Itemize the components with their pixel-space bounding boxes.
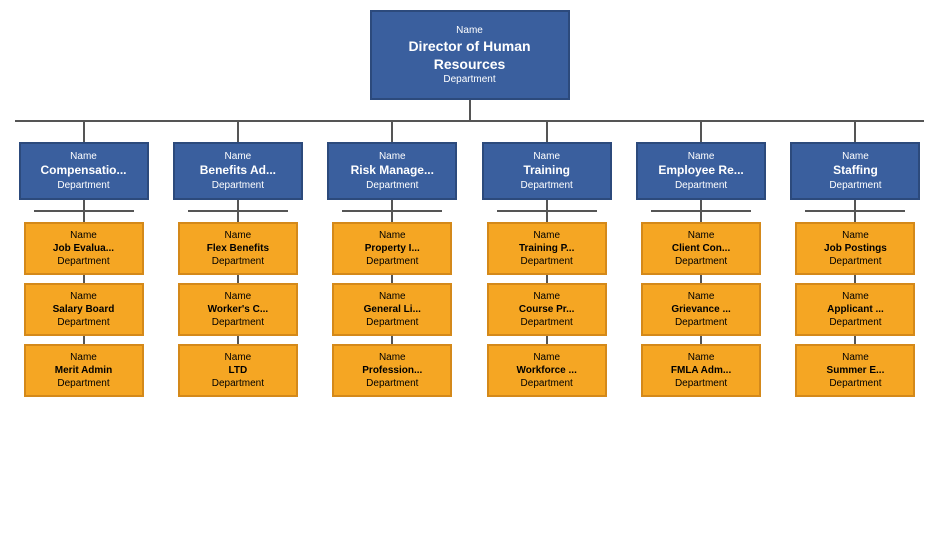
tick-6: [854, 122, 856, 142]
training-child-1: Name Training P... Department: [487, 222, 607, 275]
comp-child-3: Name Merit Admin Department: [24, 344, 144, 397]
root-node: Name Director of Human Resources Departm…: [370, 10, 570, 100]
tick-col-6: [781, 122, 929, 142]
tick-col-4: [473, 122, 621, 142]
training-child-3: Name Workforce ... Department: [487, 344, 607, 397]
root-vline: [469, 100, 471, 120]
benefits-child-1: Name Flex Benefits Department: [178, 222, 298, 275]
col-employee-header: Name Employee Re... Department: [636, 142, 766, 200]
risk-child-2: Name General Li... Department: [332, 283, 452, 336]
root-name: Name: [387, 24, 553, 37]
col-compensation: Name Compensatio... Department Name Job …: [10, 142, 158, 397]
col-training: Name Training Department Name Training P…: [473, 142, 621, 397]
tick-col-5: [627, 122, 775, 142]
risk-child-1: Name Property I... Department: [332, 222, 452, 275]
staffing-child-1: Name Job Postings Department: [795, 222, 915, 275]
employee-child-1: Name Client Con... Department: [641, 222, 761, 275]
col-employee: Name Employee Re... Department Name Clie…: [627, 142, 775, 397]
tick-4: [546, 122, 548, 142]
comp-child-1: Name Job Evalua... Department: [24, 222, 144, 275]
benefits-child-3: Name LTD Department: [178, 344, 298, 397]
root-title: Director of Human Resources: [387, 37, 553, 73]
org-chart: Name Director of Human Resources Departm…: [0, 0, 939, 407]
tick-col-1: [10, 122, 158, 142]
comp-name: Name: [31, 150, 137, 163]
employee-child-2: Name Grievance ... Department: [641, 283, 761, 336]
tick-row: [10, 122, 930, 142]
comp-child-vline: [83, 212, 85, 222]
columns-row: Name Compensatio... Department Name Job …: [10, 142, 930, 397]
tick-2: [237, 122, 239, 142]
root-connector: [5, 100, 934, 120]
col-risk-header: Name Risk Manage... Department: [327, 142, 457, 200]
staffing-child-3: Name Summer E... Department: [795, 344, 915, 397]
comp-title: Compensatio...: [31, 163, 137, 179]
risk-child-3: Name Profession... Department: [332, 344, 452, 397]
tick-3: [391, 122, 393, 142]
tick-col-2: [164, 122, 312, 142]
staffing-child-2: Name Applicant ... Department: [795, 283, 915, 336]
benefits-child-2: Name Worker's C... Department: [178, 283, 298, 336]
col-training-header: Name Training Department: [482, 142, 612, 200]
col-risk: Name Risk Manage... Department Name Prop…: [318, 142, 466, 397]
col-benefits: Name Benefits Ad... Department Name Flex…: [164, 142, 312, 397]
root-level: Name Director of Human Resources Departm…: [5, 10, 934, 100]
employee-child-3: Name FMLA Adm... Department: [641, 344, 761, 397]
col-benefits-header: Name Benefits Ad... Department: [173, 142, 303, 200]
root-dept: Department: [387, 73, 553, 86]
comp-child-2: Name Salary Board Department: [24, 283, 144, 336]
training-child-2: Name Course Pr... Department: [487, 283, 607, 336]
col-compensation-header: Name Compensatio... Department: [19, 142, 149, 200]
col-staffing-header: Name Staffing Department: [790, 142, 920, 200]
comp-dept: Department: [31, 179, 137, 192]
col-staffing: Name Staffing Department Name Job Postin…: [781, 142, 929, 397]
tick-5: [700, 122, 702, 142]
tick-col-3: [318, 122, 466, 142]
tick-1: [83, 122, 85, 142]
comp-vline: [83, 200, 85, 210]
